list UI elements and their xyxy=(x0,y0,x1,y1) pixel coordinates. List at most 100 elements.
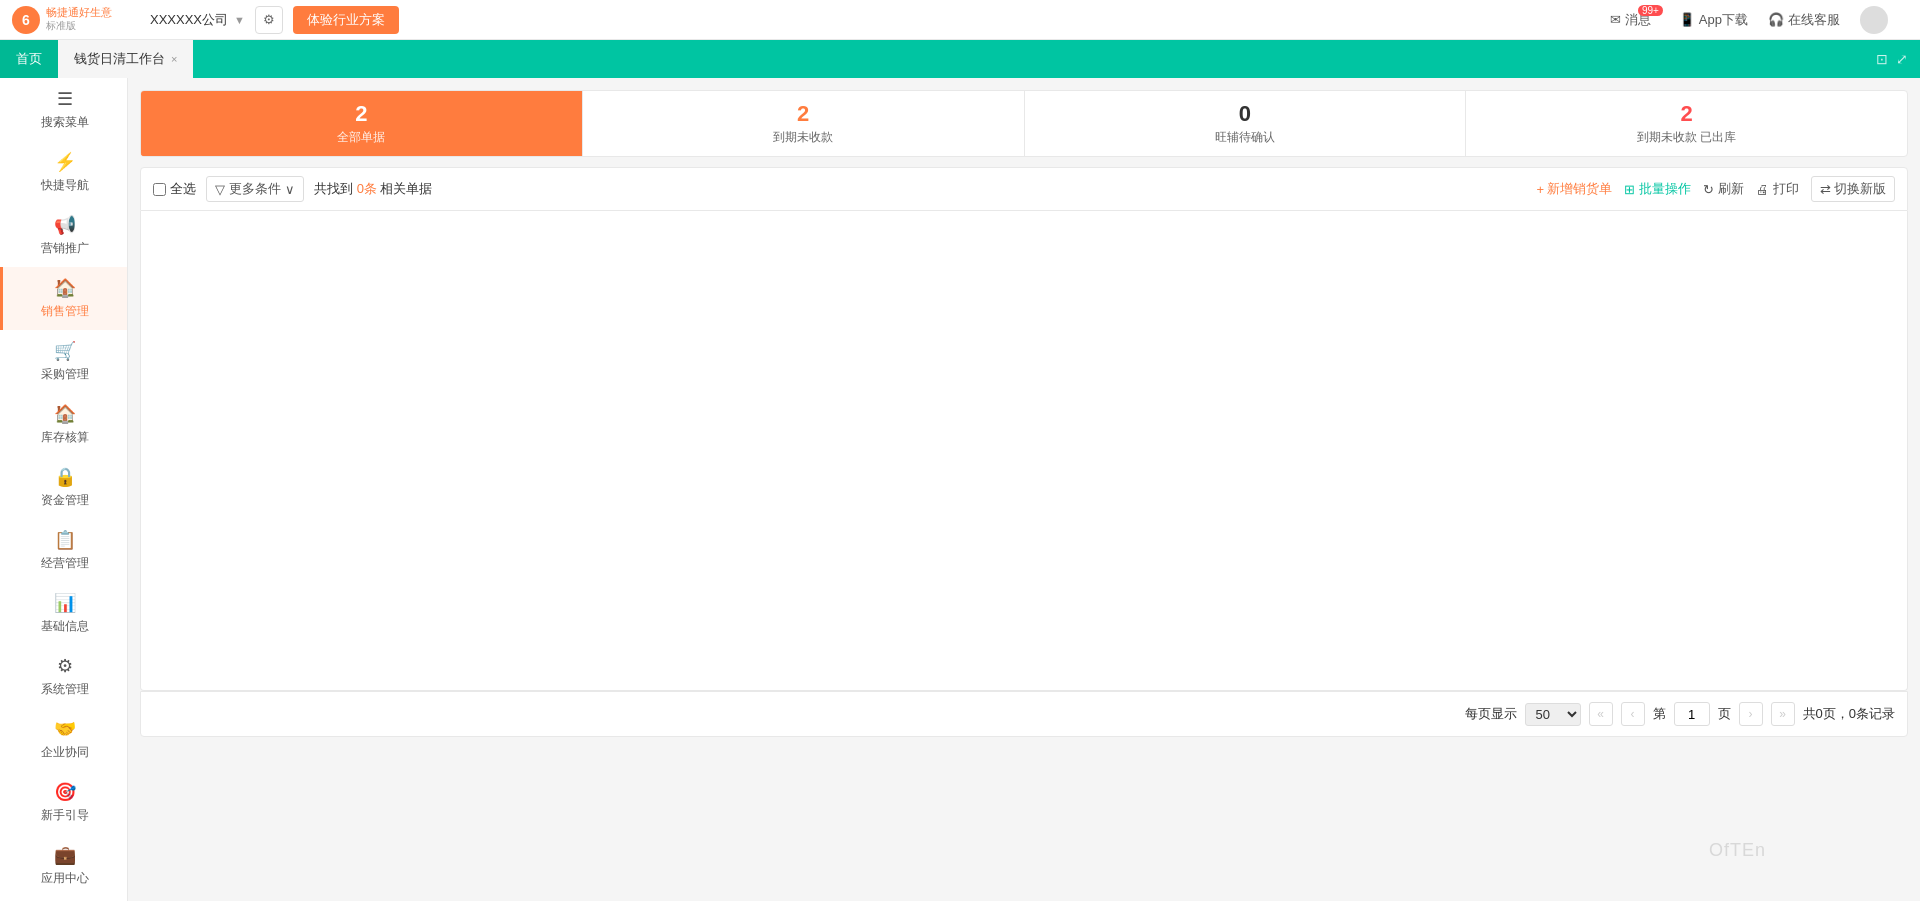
batch-operation-button[interactable]: ⊞ 批量操作 xyxy=(1624,180,1691,198)
avatar[interactable] xyxy=(1860,6,1888,34)
home-tab-label: 首页 xyxy=(16,50,42,68)
page-label: 第 xyxy=(1653,705,1666,723)
stat-tab-all[interactable]: 2 全部单据 xyxy=(141,91,583,156)
toolbar-right: + 新增销货单 ⊞ 批量操作 ↻ 刷新 🖨 打印 ⇄ 切换新版 xyxy=(1536,176,1895,202)
page-next-button[interactable]: › xyxy=(1739,702,1763,726)
filter-button[interactable]: ▽ 更多条件 ∨ xyxy=(206,176,304,202)
stat-all-label: 全部单据 xyxy=(337,129,385,146)
select-all-input[interactable] xyxy=(153,183,166,196)
page-number-input[interactable] xyxy=(1674,702,1710,726)
trial-button[interactable]: 体验行业方案 xyxy=(293,6,399,34)
page-first-icon: « xyxy=(1597,707,1604,721)
sidebar-item-wechat[interactable]: 💬 企业微信 xyxy=(0,897,127,901)
stat-tab-wangwang[interactable]: 0 旺辅待确认 xyxy=(1025,91,1467,156)
result-text: 共找到 0条 相关单据 xyxy=(314,180,432,198)
nav-tabs: 首页 钱货日清工作台 × ⊡ ⤢ xyxy=(0,40,1920,78)
select-all-label: 全选 xyxy=(170,180,196,198)
operations-icon: 📋 xyxy=(54,529,76,551)
sidebar-item-system[interactable]: ⚙ 系统管理 xyxy=(0,645,127,708)
sidebar-item-cooperation[interactable]: 🤝 企业协同 xyxy=(0,708,127,771)
toolbar-left: 全选 ▽ 更多条件 ∨ 共找到 0条 相关单据 xyxy=(153,176,432,202)
search-menu-icon: ☰ xyxy=(54,88,76,110)
stat-wangwang-label: 旺辅待确认 xyxy=(1215,129,1275,146)
page-next-icon: › xyxy=(1749,707,1753,721)
print-button[interactable]: 🖨 打印 xyxy=(1756,180,1799,198)
company-name: XXXXXX公司 xyxy=(150,11,228,29)
stat-overdue-out-number: 2 xyxy=(1681,101,1693,127)
sidebar-item-quick-nav[interactable]: ⚡ 快捷导航 xyxy=(0,141,127,204)
sidebar-item-finance[interactable]: 🔒 资金管理 xyxy=(0,456,127,519)
main-layout: ☰ 搜索菜单 ⚡ 快捷导航 📢 营销推广 🏠 销售管理 🛒 采购管理 🏠 库存核… xyxy=(0,78,1920,901)
basic-info-icon: 📊 xyxy=(54,592,76,614)
tab-cashflow-workbench[interactable]: 钱货日清工作台 × xyxy=(58,40,193,78)
tab-expand-icon[interactable]: ⤢ xyxy=(1896,51,1908,67)
page-end-label: 页 xyxy=(1718,705,1731,723)
marketing-icon: 📢 xyxy=(54,214,76,236)
result-count: 0条 xyxy=(357,181,377,196)
system-icon: ⚙ xyxy=(54,655,76,677)
cooperation-icon: 🤝 xyxy=(54,718,76,740)
add-sale-order-button[interactable]: + 新增销货单 xyxy=(1536,180,1612,198)
sidebar-item-inventory[interactable]: 🏠 库存核算 xyxy=(0,393,127,456)
select-all-checkbox[interactable]: 全选 xyxy=(153,180,196,198)
stat-tab-underline xyxy=(141,154,582,156)
sidebar-search-label: 搜索菜单 xyxy=(41,114,89,131)
guide-icon: 🎯 xyxy=(54,781,76,803)
sidebar-item-search-menu[interactable]: ☰ 搜索菜单 xyxy=(0,78,127,141)
stat-all-number: 2 xyxy=(355,101,367,127)
online-service-label: 在线客服 xyxy=(1788,11,1840,29)
message-button[interactable]: ✉ 消息 99+ xyxy=(1610,11,1651,29)
app-download-button[interactable]: 📱 App下载 xyxy=(1679,11,1748,29)
service-icon: 🎧 xyxy=(1768,12,1784,27)
gear-icon: ⚙ xyxy=(263,12,275,27)
stat-tab-overdue[interactable]: 2 到期未收款 xyxy=(583,91,1025,156)
add-label: 新增销货单 xyxy=(1547,180,1612,198)
active-tab-label: 钱货日清工作台 xyxy=(74,50,165,68)
stat-overdue-out-label: 到期未收款 已出库 xyxy=(1637,129,1736,146)
company-selector[interactable]: XXXXXX公司 ▼ xyxy=(150,11,245,29)
filter-icon: ▽ xyxy=(215,182,225,197)
company-dropdown-arrow: ▼ xyxy=(234,14,245,26)
stat-tab-overdue-out[interactable]: 2 到期未收款 已出库 xyxy=(1466,91,1907,156)
refresh-button[interactable]: ↻ 刷新 xyxy=(1703,180,1744,198)
sales-icon: 🏠 xyxy=(54,277,76,299)
sidebar-item-marketing[interactable]: 📢 营销推广 xyxy=(0,204,127,267)
sidebar-app-center-label: 应用中心 xyxy=(41,870,89,887)
switch-new-version-button[interactable]: ⇄ 切换新版 xyxy=(1811,176,1895,202)
finance-icon: 🔒 xyxy=(54,466,76,488)
sidebar-item-app-center[interactable]: 💼 应用中心 xyxy=(0,834,127,897)
page-prev-button[interactable]: ‹ xyxy=(1621,702,1645,726)
sidebar-item-sales[interactable]: 🏠 销售管理 xyxy=(0,267,127,330)
sidebar-inventory-label: 库存核算 xyxy=(41,429,89,446)
sidebar-cooperation-label: 企业协同 xyxy=(41,744,89,761)
page-first-button[interactable]: « xyxy=(1589,702,1613,726)
sidebar-item-basic-info[interactable]: 📊 基础信息 xyxy=(0,582,127,645)
close-tab-icon[interactable]: × xyxy=(171,53,177,65)
sidebar: ☰ 搜索菜单 ⚡ 快捷导航 📢 营销推广 🏠 销售管理 🛒 采购管理 🏠 库存核… xyxy=(0,78,128,901)
result-prefix: 共找到 xyxy=(314,181,353,196)
mobile-icon: 📱 xyxy=(1679,12,1695,27)
tab-home[interactable]: 首页 xyxy=(0,40,58,78)
sidebar-item-purchase[interactable]: 🛒 采购管理 xyxy=(0,330,127,393)
page-last-button[interactable]: » xyxy=(1771,702,1795,726)
refresh-icon: ↻ xyxy=(1703,182,1714,197)
page-prev-icon: ‹ xyxy=(1631,707,1635,721)
switch-label: 切换新版 xyxy=(1834,180,1886,198)
online-service-button[interactable]: 🎧 在线客服 xyxy=(1768,11,1840,29)
filter-arrow-icon: ∨ xyxy=(285,182,295,197)
table-area xyxy=(140,211,1908,691)
sidebar-quick-nav-label: 快捷导航 xyxy=(41,177,89,194)
result-suffix: 相关单据 xyxy=(380,181,432,196)
tab-actions: ⊡ ⤢ xyxy=(1876,51,1920,67)
tab-restore-icon[interactable]: ⊡ xyxy=(1876,51,1888,67)
per-page-label: 每页显示 xyxy=(1465,705,1517,723)
app-center-icon: 💼 xyxy=(54,844,76,866)
sidebar-operations-label: 经营管理 xyxy=(41,555,89,572)
sidebar-item-operations[interactable]: 📋 经营管理 xyxy=(0,519,127,582)
logo-icon: 6 xyxy=(12,6,40,34)
settings-button[interactable]: ⚙ xyxy=(255,6,283,34)
app-download-label: App下载 xyxy=(1699,11,1748,29)
purchase-icon: 🛒 xyxy=(54,340,76,362)
sidebar-item-guide[interactable]: 🎯 新手引导 xyxy=(0,771,127,834)
per-page-select[interactable]: 50 100 xyxy=(1525,703,1581,726)
